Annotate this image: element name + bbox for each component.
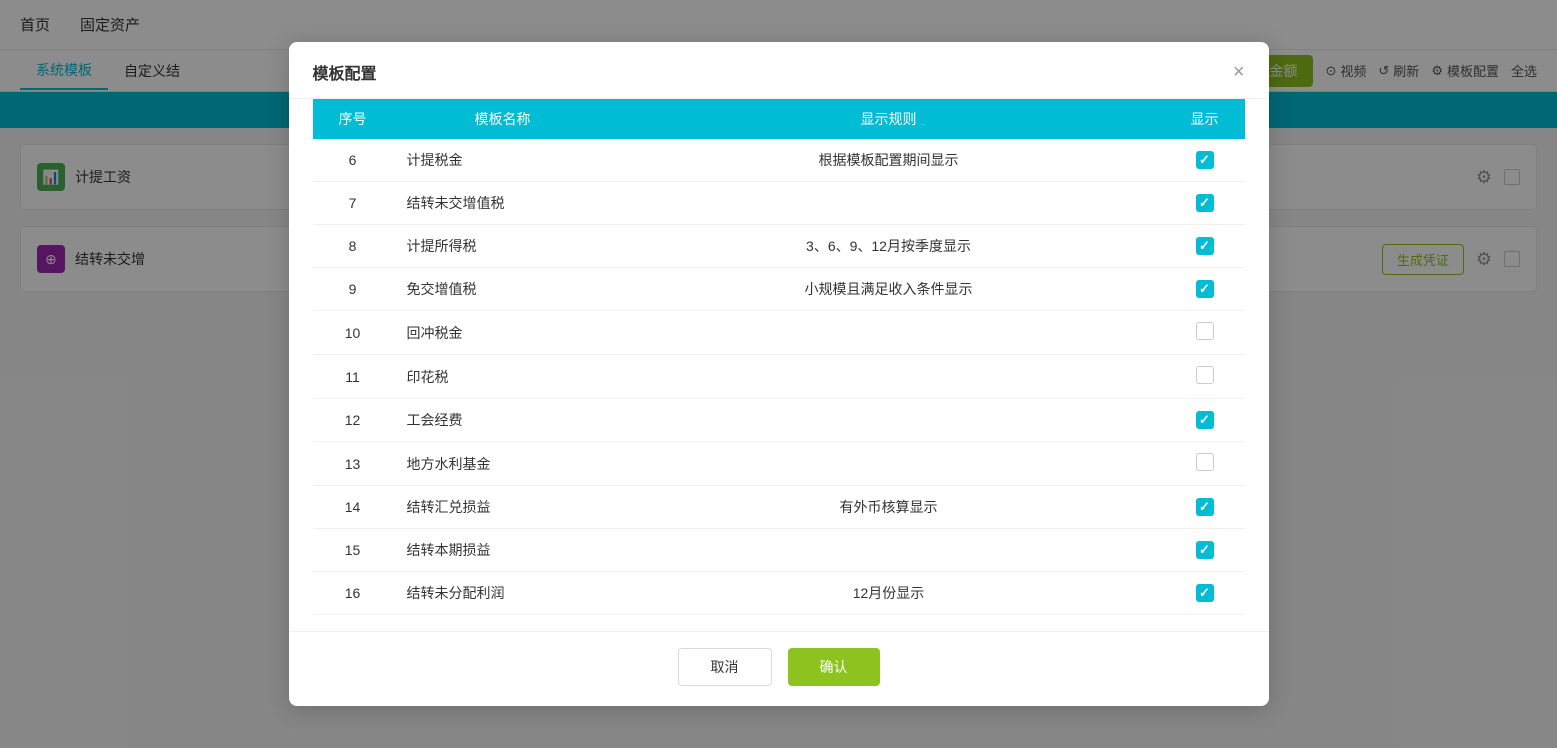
checkbox-unchecked[interactable]	[1196, 366, 1214, 384]
cell-id: 8	[313, 225, 393, 268]
cell-rule	[613, 442, 1165, 486]
modal-body: 序号 模板名称 显示规则 显示 6计提税金根据模板配置期间显示7结转未交增值税8…	[289, 99, 1269, 631]
cell-rule: 有外币核算显示	[613, 486, 1165, 529]
confirm-button[interactable]: 确认	[788, 648, 880, 686]
cell-id: 6	[313, 139, 393, 182]
cell-name: 计提税金	[393, 139, 613, 182]
cell-id: 13	[313, 442, 393, 486]
table-row: 7结转未交增值税	[313, 182, 1245, 225]
table-row: 6计提税金根据模板配置期间显示	[313, 139, 1245, 182]
table-row: 10回冲税金	[313, 311, 1245, 355]
cell-checkbox[interactable]	[1165, 399, 1245, 442]
table-row: 11印花税	[313, 355, 1245, 399]
cancel-button[interactable]: 取消	[678, 648, 772, 686]
table-row: 8计提所得税3、6、9、12月按季度显示	[313, 225, 1245, 268]
cell-rule: 小规模且满足收入条件显示	[613, 268, 1165, 311]
cell-checkbox[interactable]	[1165, 572, 1245, 615]
template-config-modal: 模板配置 × 序号 模板名称 显示规则 显示 6计提税金根据模板配置期间显示7结…	[289, 42, 1269, 706]
modal-overlay: 模板配置 × 序号 模板名称 显示规则 显示 6计提税金根据模板配置期间显示7结…	[0, 0, 1557, 748]
table-row: 16结转未分配利润12月份显示	[313, 572, 1245, 615]
cell-id: 12	[313, 399, 393, 442]
table-row: 14结转汇兑损益有外币核算显示	[313, 486, 1245, 529]
cell-id: 7	[313, 182, 393, 225]
checkbox-checked[interactable]	[1196, 194, 1214, 212]
cell-id: 16	[313, 572, 393, 615]
cell-checkbox[interactable]	[1165, 311, 1245, 355]
cell-rule	[613, 399, 1165, 442]
cell-rule: 根据模板配置期间显示	[613, 139, 1165, 182]
cell-name: 回冲税金	[393, 311, 613, 355]
cell-id: 15	[313, 529, 393, 572]
cell-checkbox[interactable]	[1165, 182, 1245, 225]
cell-name: 地方水利基金	[393, 442, 613, 486]
cell-checkbox[interactable]	[1165, 225, 1245, 268]
checkbox-checked[interactable]	[1196, 584, 1214, 602]
table-row: 13地方水利基金	[313, 442, 1245, 486]
cell-name: 结转汇兑损益	[393, 486, 613, 529]
cell-checkbox[interactable]	[1165, 529, 1245, 572]
cell-name: 结转未分配利润	[393, 572, 613, 615]
table-row: 15结转本期损益	[313, 529, 1245, 572]
table-body: 6计提税金根据模板配置期间显示7结转未交增值税8计提所得税3、6、9、12月按季…	[313, 139, 1245, 615]
cell-rule	[613, 182, 1165, 225]
cell-rule	[613, 355, 1165, 399]
modal-header: 模板配置 ×	[289, 42, 1269, 99]
modal-title: 模板配置	[313, 60, 377, 84]
config-table: 序号 模板名称 显示规则 显示 6计提税金根据模板配置期间显示7结转未交增值税8…	[313, 99, 1245, 615]
cell-rule: 12月份显示	[613, 572, 1165, 615]
checkbox-checked[interactable]	[1196, 541, 1214, 559]
cell-id: 9	[313, 268, 393, 311]
cell-id: 11	[313, 355, 393, 399]
col-rule: 显示规则	[613, 99, 1165, 139]
table-header: 序号 模板名称 显示规则 显示	[313, 99, 1245, 139]
checkbox-checked[interactable]	[1196, 411, 1214, 429]
col-id: 序号	[313, 99, 393, 139]
cell-name: 工会经费	[393, 399, 613, 442]
table-row: 12工会经费	[313, 399, 1245, 442]
cell-rule: 3、6、9、12月按季度显示	[613, 225, 1165, 268]
modal-footer: 取消 确认	[289, 631, 1269, 706]
cell-checkbox[interactable]	[1165, 268, 1245, 311]
cell-checkbox[interactable]	[1165, 355, 1245, 399]
cell-name: 计提所得税	[393, 225, 613, 268]
col-display: 显示	[1165, 99, 1245, 139]
col-name: 模板名称	[393, 99, 613, 139]
checkbox-checked[interactable]	[1196, 237, 1214, 255]
cell-checkbox[interactable]	[1165, 442, 1245, 486]
cell-id: 10	[313, 311, 393, 355]
checkbox-unchecked[interactable]	[1196, 322, 1214, 340]
cell-name: 结转本期损益	[393, 529, 613, 572]
checkbox-unchecked[interactable]	[1196, 453, 1214, 471]
cell-checkbox[interactable]	[1165, 486, 1245, 529]
cell-name: 印花税	[393, 355, 613, 399]
checkbox-checked[interactable]	[1196, 498, 1214, 516]
table-row: 9免交增值税小规模且满足收入条件显示	[313, 268, 1245, 311]
cell-rule	[613, 529, 1165, 572]
modal-close-button[interactable]: ×	[1233, 62, 1245, 82]
cell-checkbox[interactable]	[1165, 139, 1245, 182]
checkbox-checked[interactable]	[1196, 280, 1214, 298]
cell-id: 14	[313, 486, 393, 529]
cell-rule	[613, 311, 1165, 355]
checkbox-checked[interactable]	[1196, 151, 1214, 169]
cell-name: 结转未交增值税	[393, 182, 613, 225]
cell-name: 免交增值税	[393, 268, 613, 311]
